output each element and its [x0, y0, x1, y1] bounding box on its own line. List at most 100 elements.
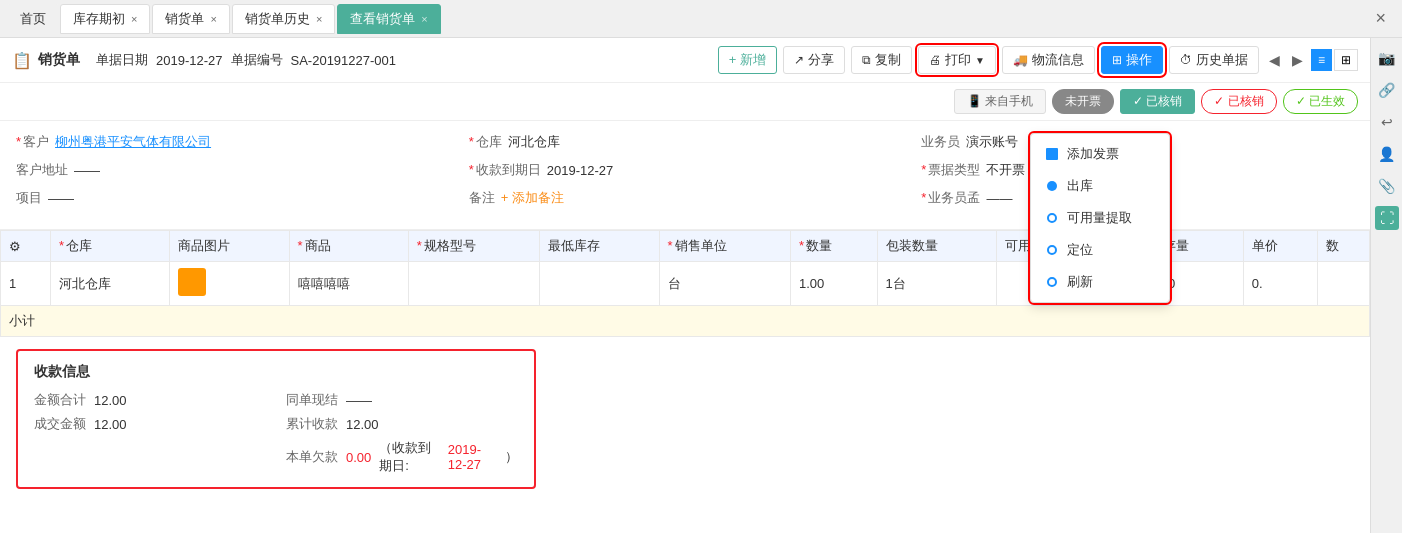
sidebar-icon-user[interactable]: 👤: [1375, 142, 1399, 166]
check-btn[interactable]: ✓ 已核销: [1120, 89, 1195, 114]
address-label: 客户地址: [16, 161, 68, 179]
col-settings[interactable]: ⚙: [1, 231, 51, 262]
payment-date-value: 2019-12-27: [547, 163, 614, 178]
logistics-button[interactable]: 🚚 物流信息: [1002, 46, 1095, 74]
tab-sales-history-close[interactable]: ×: [316, 13, 322, 25]
add-invoice-label: 添加发票: [1067, 145, 1119, 163]
cell-spec: [408, 262, 539, 306]
operations-button[interactable]: ⊞ 操作: [1101, 46, 1163, 74]
cumulative-row: 累计收款 12.00: [286, 415, 518, 433]
copy-button-label: 复制: [875, 51, 901, 69]
tab-home[interactable]: 首页: [8, 4, 58, 34]
outbound-item[interactable]: 出库: [1031, 170, 1169, 202]
cell-product: 嘻嘻嘻嘻: [289, 262, 408, 306]
window-close-button[interactable]: ×: [1367, 8, 1394, 29]
share-button[interactable]: ↗ 分享: [783, 46, 845, 74]
address-value: ——: [74, 163, 100, 178]
cell-img: [170, 262, 289, 306]
add-invoice-item[interactable]: 添加发票: [1031, 138, 1169, 170]
warehouse-field: 仓库 河北仓库: [469, 133, 902, 151]
col-img: 商品图片: [170, 231, 289, 262]
tab-sales-history[interactable]: 销货单历史 ×: [232, 4, 335, 34]
mobile-btn[interactable]: 📱 来自手机: [954, 89, 1046, 114]
same-order-value: ——: [346, 393, 372, 408]
grid-view-btn[interactable]: ⊞: [1334, 49, 1358, 71]
subtotal-row: 小计: [1, 306, 1370, 337]
effect-btn[interactable]: ✓ 已生效: [1283, 89, 1358, 114]
share-button-label: 分享: [808, 51, 834, 69]
history-button[interactable]: ⏱ 历史单据: [1169, 46, 1259, 74]
view-toggle: ≡ ⊞: [1311, 49, 1358, 71]
tab-sales-close[interactable]: ×: [210, 13, 216, 25]
amount-row: 金额合计 12.00: [34, 391, 266, 409]
sold-btn-label: 已核销: [1228, 94, 1264, 108]
col-min-stock: 最低库存: [540, 231, 659, 262]
tab-inventory-label: 库存期初: [73, 10, 125, 28]
tab-bar: 首页 库存期初 × 销货单 × 销货单历史 × 查看销货单 × ×: [0, 0, 1402, 38]
tab-sales[interactable]: 销货单 ×: [152, 4, 229, 34]
locate-label: 定位: [1067, 241, 1093, 259]
ticket-label: 票据类型: [921, 161, 980, 179]
add-note-btn[interactable]: + 添加备注: [501, 189, 564, 207]
owe-note: （收款到期日:: [379, 439, 439, 475]
amount-value: 12.00: [94, 393, 127, 408]
transaction-value: 12.00: [94, 417, 127, 432]
not-open-btn[interactable]: 未开票: [1052, 89, 1114, 114]
copy-button[interactable]: ⧉ 复制: [851, 46, 912, 74]
toolbar: + 新增 ↗ 分享 ⧉ 复制 🖨 打印 ▼ 🚚 物流信息: [718, 46, 1358, 74]
transaction-label: 成交金额: [34, 415, 86, 433]
project-field: 项目 ——: [16, 189, 449, 207]
next-arrow[interactable]: ▶: [1288, 50, 1307, 70]
cell-min-stock: [540, 262, 659, 306]
tab-inventory[interactable]: 库存期初 ×: [60, 4, 150, 34]
warehouse-label: 仓库: [469, 133, 502, 151]
col-product: 商品: [289, 231, 408, 262]
tab-view-sales-close[interactable]: ×: [421, 13, 427, 25]
product-image: [178, 268, 206, 296]
list-view-btn[interactable]: ≡: [1311, 49, 1332, 71]
owe-label: 本单欠款: [286, 448, 338, 466]
sidebar-icon-expand[interactable]: ⛶: [1375, 206, 1399, 230]
subtotal-label: 小计: [1, 306, 1370, 337]
owe-date: 2019-12-27: [448, 442, 497, 472]
same-order-row: 同单现结 ——: [286, 391, 518, 409]
main-content: 📋 销货单 单据日期 2019-12-27 单据编号 SA-20191227-0…: [0, 38, 1370, 533]
note-field: 备注 + 添加备注: [469, 189, 902, 207]
prev-arrow[interactable]: ◀: [1265, 50, 1284, 70]
transaction-row: 成交金额 12.00: [34, 415, 266, 433]
nav-icons: ◀ ▶ ≡ ⊞: [1265, 49, 1358, 71]
check-btn-label: 已核销: [1146, 94, 1182, 108]
cell-price: 0.: [1243, 262, 1317, 306]
sidebar-icon-attach[interactable]: 📎: [1375, 174, 1399, 198]
tab-sales-label: 销货单: [165, 10, 204, 28]
cell-extra: [1318, 262, 1370, 306]
col-price: 单价: [1243, 231, 1317, 262]
refresh-label: 刷新: [1067, 273, 1093, 291]
date-label: 单据日期: [96, 51, 148, 69]
owe-row-empty: [34, 439, 266, 475]
refresh-item[interactable]: 刷新: [1031, 266, 1169, 298]
new-button[interactable]: + 新增: [718, 46, 777, 74]
doc-meta: 单据日期 2019-12-27 单据编号 SA-20191227-001: [96, 51, 396, 69]
locate-item[interactable]: 定位: [1031, 234, 1169, 266]
sidebar-icon-link[interactable]: 🔗: [1375, 78, 1399, 102]
cumulative-label: 累计收款: [286, 415, 338, 433]
effect-btn-label: 已生效: [1309, 94, 1345, 108]
note-label: 备注: [469, 189, 495, 207]
available-qty-item[interactable]: 可用量提取: [1031, 202, 1169, 234]
payment-date-field: 收款到期日 2019-12-27: [469, 161, 902, 179]
sold-btn[interactable]: ✓ 已核销: [1201, 89, 1276, 114]
sidebar-icon-return[interactable]: ↩: [1375, 110, 1399, 134]
tab-view-sales[interactable]: 查看销货单 ×: [337, 4, 440, 34]
cell-unit: 台: [659, 262, 790, 306]
print-button[interactable]: 🖨 打印 ▼: [918, 46, 996, 74]
customer-value[interactable]: 柳州粤港平安气体有限公司: [55, 133, 211, 151]
project-value: ——: [48, 191, 74, 206]
payment-date-label: 收款到期日: [469, 161, 541, 179]
sidebar-icon-img[interactable]: 📷: [1375, 46, 1399, 70]
date-value: 2019-12-27: [156, 53, 223, 68]
refresh-icon: [1045, 275, 1059, 289]
info-grid: 金额合计 12.00 同单现结 —— 成交金额 12.00 累计收款 12.00: [34, 391, 518, 475]
cell-qty: 1.00: [791, 262, 878, 306]
tab-inventory-close[interactable]: ×: [131, 13, 137, 25]
